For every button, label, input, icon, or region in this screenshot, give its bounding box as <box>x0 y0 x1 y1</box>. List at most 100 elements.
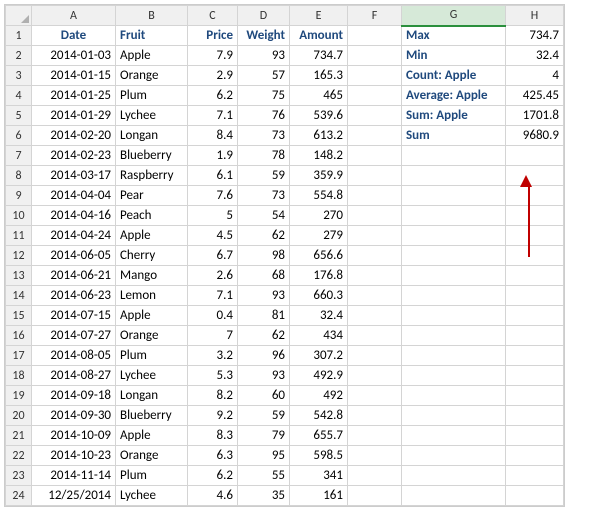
cell[interactable]: Count: Apple <box>402 66 506 86</box>
cell[interactable]: 7.1 <box>188 286 238 306</box>
table-row[interactable]: 17 2014-08-05 Plum 3.2 96 307.2 <box>6 346 564 366</box>
cell[interactable]: 539.6 <box>290 106 348 126</box>
cell[interactable] <box>506 186 564 206</box>
cell[interactable]: 655.7 <box>290 426 348 446</box>
cell[interactable] <box>348 286 402 306</box>
cell[interactable] <box>402 326 506 346</box>
cell[interactable]: Fruit <box>116 26 188 46</box>
row-header[interactable]: 19 <box>6 386 32 406</box>
col-header-F[interactable]: F <box>348 6 402 26</box>
table-row[interactable]: 1 Date Fruit Price Weight Amount Max 734… <box>6 26 564 46</box>
cell[interactable]: 2014-02-20 <box>32 126 116 146</box>
cell[interactable] <box>348 386 402 406</box>
cell[interactable]: 2014-01-15 <box>32 66 116 86</box>
cell[interactable]: Blueberry <box>116 146 188 166</box>
cell[interactable] <box>348 146 402 166</box>
cell[interactable] <box>348 306 402 326</box>
cell[interactable]: Lychee <box>116 486 188 506</box>
cell[interactable]: 279 <box>290 226 348 246</box>
cell[interactable] <box>402 146 506 166</box>
cell[interactable]: 2014-06-21 <box>32 266 116 286</box>
cell[interactable]: 5.3 <box>188 366 238 386</box>
cell[interactable]: 3.2 <box>188 346 238 366</box>
cell[interactable]: 9.2 <box>188 406 238 426</box>
cell[interactable]: 598.5 <box>290 446 348 466</box>
cell[interactable] <box>506 266 564 286</box>
cell[interactable] <box>402 446 506 466</box>
cell[interactable]: 7.9 <box>188 46 238 66</box>
row-header[interactable]: 20 <box>6 406 32 426</box>
row-header[interactable]: 10 <box>6 206 32 226</box>
row-header[interactable]: 5 <box>6 106 32 126</box>
cell[interactable]: Peach <box>116 206 188 226</box>
cell[interactable]: Plum <box>116 466 188 486</box>
cell[interactable]: Lychee <box>116 366 188 386</box>
cell[interactable] <box>402 226 506 246</box>
table-row[interactable]: 3 2014-01-15 Orange 2.9 57 165.3 Count: … <box>6 66 564 86</box>
cell[interactable]: Amount <box>290 26 348 46</box>
cell[interactable]: 2014-06-23 <box>32 286 116 306</box>
cell[interactable] <box>348 86 402 106</box>
cell[interactable] <box>506 386 564 406</box>
table-row[interactable]: 23 2014-11-14 Plum 6.2 55 341 <box>6 466 564 486</box>
cell[interactable] <box>348 66 402 86</box>
cell[interactable] <box>348 246 402 266</box>
cell[interactable]: 270 <box>290 206 348 226</box>
cell[interactable]: 2014-04-04 <box>32 186 116 206</box>
table-row[interactable]: 13 2014-06-21 Mango 2.6 68 176.8 <box>6 266 564 286</box>
cell[interactable]: 32.4 <box>506 46 564 66</box>
cell[interactable]: 734.7 <box>290 46 348 66</box>
cell[interactable] <box>402 186 506 206</box>
cell[interactable]: 12/25/2014 <box>32 486 116 506</box>
table-row[interactable]: 18 2014-08-27 Lychee 5.3 93 492.9 <box>6 366 564 386</box>
table-row[interactable]: 19 2014-09-18 Longan 8.2 60 492 <box>6 386 564 406</box>
cell[interactable]: Min <box>402 46 506 66</box>
cell[interactable]: 2.9 <box>188 66 238 86</box>
cell[interactable]: Orange <box>116 326 188 346</box>
cell[interactable] <box>506 446 564 466</box>
row-header[interactable]: 16 <box>6 326 32 346</box>
cell[interactable]: 656.6 <box>290 246 348 266</box>
cell[interactable]: 425.45 <box>506 86 564 106</box>
cell[interactable]: Weight <box>238 26 290 46</box>
cell[interactable]: 7.6 <box>188 186 238 206</box>
cell[interactable]: 341 <box>290 466 348 486</box>
cell[interactable]: 32.4 <box>290 306 348 326</box>
cell[interactable]: 2014-04-16 <box>32 206 116 226</box>
row-header[interactable]: 2 <box>6 46 32 66</box>
cell[interactable] <box>402 206 506 226</box>
table-row[interactable]: 10 2014-04-16 Peach 5 54 270 <box>6 206 564 226</box>
cell[interactable]: 1701.8 <box>506 106 564 126</box>
cell[interactable] <box>506 346 564 366</box>
cell[interactable] <box>402 286 506 306</box>
cell[interactable]: 79 <box>238 426 290 446</box>
cell[interactable] <box>506 306 564 326</box>
table-row[interactable]: 14 2014-06-23 Lemon 7.1 93 660.3 <box>6 286 564 306</box>
cell[interactable] <box>506 406 564 426</box>
cell[interactable] <box>402 486 506 506</box>
row-header[interactable]: 8 <box>6 166 32 186</box>
cell[interactable]: 93 <box>238 286 290 306</box>
cell[interactable]: 434 <box>290 326 348 346</box>
cell[interactable]: 81 <box>238 306 290 326</box>
cell[interactable] <box>348 206 402 226</box>
cell[interactable]: 613.2 <box>290 126 348 146</box>
cell[interactable]: Blueberry <box>116 406 188 426</box>
row-header[interactable]: 13 <box>6 266 32 286</box>
cell[interactable]: 7.1 <box>188 106 238 126</box>
cell[interactable] <box>506 166 564 186</box>
cell[interactable] <box>506 326 564 346</box>
table-row[interactable]: 9 2014-04-04 Pear 7.6 73 554.8 <box>6 186 564 206</box>
cell[interactable] <box>348 106 402 126</box>
table-row[interactable]: 12 2014-06-05 Cherry 6.7 98 656.6 <box>6 246 564 266</box>
cell[interactable]: 68 <box>238 266 290 286</box>
cell[interactable]: 7 <box>188 326 238 346</box>
cell[interactable]: 2014-11-14 <box>32 466 116 486</box>
table-row[interactable]: 21 2014-10-09 Apple 8.3 79 655.7 <box>6 426 564 446</box>
cell[interactable] <box>402 166 506 186</box>
row-header[interactable]: 18 <box>6 366 32 386</box>
cell[interactable] <box>348 186 402 206</box>
cell[interactable] <box>348 226 402 246</box>
select-all-corner[interactable] <box>6 6 32 26</box>
row-header[interactable]: 22 <box>6 446 32 466</box>
